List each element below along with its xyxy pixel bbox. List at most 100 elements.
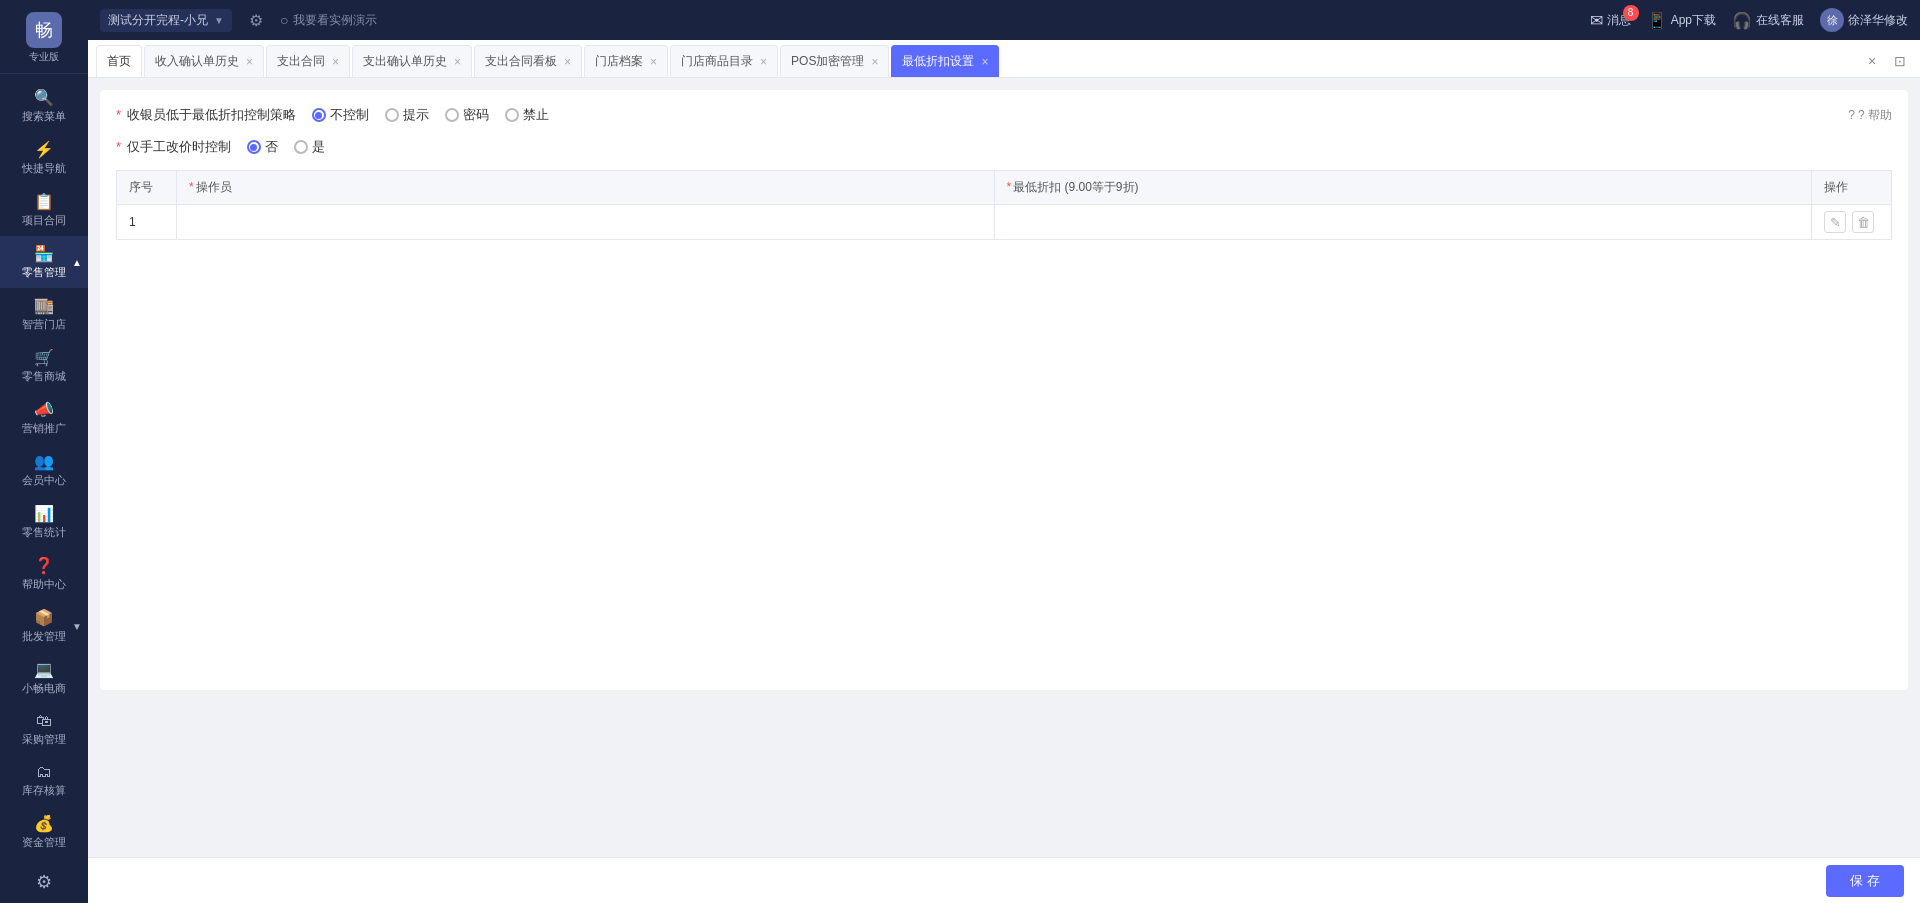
tab-payconfirm[interactable]: 支出确认单历史 × <box>352 45 472 77</box>
retailstat-icon: 📊 <box>34 504 54 523</box>
finance-icon: 💰 <box>34 814 54 833</box>
topbar-settings-button[interactable]: ⚙ <box>242 6 270 34</box>
tab-pospass-label: POS加密管理 <box>791 53 864 70</box>
tab-close-all-button[interactable]: × <box>1860 49 1884 73</box>
tab-expand-button[interactable]: ⊡ <box>1888 49 1912 73</box>
sidebar-item-inventory-label: 库存核算 <box>22 783 66 798</box>
radio-remind-input[interactable] <box>385 108 399 122</box>
headset-icon: 🎧 <box>1732 11 1752 30</box>
tab-paycontract-close[interactable]: × <box>332 56 339 68</box>
sidebar-item-wholesale[interactable]: 📦 批发管理 ▼ <box>0 600 88 652</box>
tab-payconfirm-close[interactable]: × <box>454 56 461 68</box>
tab-payboard-label: 支出合同看板 <box>485 53 557 70</box>
sidebar-item-marketing[interactable]: 📣 营销推广 <box>0 392 88 444</box>
demo-link[interactable]: ○ 我要看实例演示 <box>280 12 377 29</box>
sidebar-item-retailmall-label: 零售商城 <box>22 369 66 384</box>
tab-home[interactable]: 首页 <box>96 45 142 77</box>
radio-nocontrol-input[interactable] <box>312 108 326 122</box>
topbar: 测试分开完程-小兄 ▼ ⚙ ○ 我要看实例演示 ✉ 消息 8 📱 App下载 🎧… <box>88 0 1920 40</box>
tab-storefile-label: 门店档案 <box>595 53 643 70</box>
radio-password-input[interactable] <box>445 108 459 122</box>
radio-remind[interactable]: 提示 <box>385 106 429 124</box>
sidebar-item-finance[interactable]: 💰 资金管理 <box>0 806 88 858</box>
manual-price-radio-group: 否 是 <box>247 138 325 156</box>
topbar-right: ✉ 消息 8 📱 App下载 🎧 在线客服 徐 徐泽华修改 <box>1590 8 1908 32</box>
user-avatar: 徐 <box>1820 8 1844 32</box>
tab-mindiscount-close[interactable]: × <box>981 56 988 68</box>
tab-income[interactable]: 收入确认单历史 × <box>144 45 264 77</box>
project-selector[interactable]: 测试分开完程-小兄 ▼ <box>100 9 232 32</box>
retailmall-icon: 🛒 <box>34 348 54 367</box>
tab-storeproduct[interactable]: 门店商品目录 × <box>670 45 778 77</box>
row-delete-button[interactable]: 🗑 <box>1852 211 1874 233</box>
tab-mindiscount-label: 最低折扣设置 <box>902 53 974 70</box>
retail-icon: 🏪 <box>34 244 54 263</box>
cell-mindiscount[interactable] <box>994 205 1812 240</box>
sidebar-item-search[interactable]: 🔍 搜索菜单 <box>0 80 88 132</box>
radio-password[interactable]: 密码 <box>445 106 489 124</box>
tab-storeproduct-close[interactable]: × <box>760 56 767 68</box>
tab-income-close[interactable]: × <box>246 56 253 68</box>
search-icon: 🔍 <box>34 88 54 107</box>
sidebar-item-retailstat[interactable]: 📊 零售统计 <box>0 496 88 548</box>
tab-pospass[interactable]: POS加密管理 × <box>780 45 889 77</box>
cell-operator[interactable] <box>177 205 995 240</box>
tabbar-actions: × ⊡ <box>1860 49 1912 77</box>
sidebar-item-quicknav-label: 快捷导航 <box>22 161 66 176</box>
sidebar-item-project[interactable]: 📋 项目合同 <box>0 184 88 236</box>
tab-mindiscount[interactable]: 最低折扣设置 × <box>891 45 999 77</box>
sidebar-item-retailstat-label: 零售统计 <box>22 525 66 540</box>
ecommerce-icon: 💻 <box>34 660 54 679</box>
wholesale-expand-arrow: ▼ <box>72 621 82 632</box>
sidebar-item-purchase-label: 采购管理 <box>22 732 66 747</box>
sidebar-item-search-label: 搜索菜单 <box>22 109 66 124</box>
inventory-icon: 🗂 <box>36 763 52 781</box>
radio-forbid[interactable]: 禁止 <box>505 106 549 124</box>
quicknav-icon: ⚡ <box>34 140 54 159</box>
save-button[interactable]: 保 存 <box>1826 865 1904 897</box>
message-button[interactable]: ✉ 消息 8 <box>1590 11 1631 30</box>
sidebar-item-smartstore-label: 智营门店 <box>22 317 66 332</box>
cell-action: ✎ 🗑 <box>1812 205 1892 240</box>
sidebar-item-help[interactable]: ❓ 帮助中心 <box>0 548 88 600</box>
manual-price-row: * 仅手工改价时控制 否 是 <box>116 138 1892 156</box>
tab-pospass-close[interactable]: × <box>871 56 878 68</box>
tab-payboard-close[interactable]: × <box>564 56 571 68</box>
mindiscount-input[interactable] <box>1007 215 1800 229</box>
radio-forbid-input[interactable] <box>505 108 519 122</box>
sidebar-item-finance-label: 资金管理 <box>22 835 66 850</box>
radio-manual-yes-input[interactable] <box>294 140 308 154</box>
row-edit-button[interactable]: ✎ <box>1824 211 1846 233</box>
radio-manual-no[interactable]: 否 <box>247 138 278 156</box>
radio-manual-no-input[interactable] <box>247 140 261 154</box>
sidebar-item-ledger[interactable]: 📒 总账管理 <box>0 858 88 861</box>
main-area: 测试分开完程-小兄 ▼ ⚙ ○ 我要看实例演示 ✉ 消息 8 📱 App下载 🎧… <box>88 0 1920 903</box>
sidebar-item-quicknav[interactable]: ⚡ 快捷导航 <box>0 132 88 184</box>
settings-bottom-icon[interactable]: ⚙ <box>36 871 52 893</box>
retail-expand-arrow: ▲ <box>72 257 82 268</box>
content-area: * 收银员低于最低折扣控制策略 不控制 提示 密码 <box>88 78 1920 857</box>
sidebar-item-inventory[interactable]: 🗂 库存核算 <box>0 755 88 806</box>
required-mark2: * <box>116 139 121 154</box>
radio-manual-yes[interactable]: 是 <box>294 138 325 156</box>
sidebar-item-purchase[interactable]: 🛍 采购管理 <box>0 704 88 755</box>
sidebar-item-retail[interactable]: 🏪 零售管理 ▲ <box>0 236 88 288</box>
app-download-button[interactable]: 📱 App下载 <box>1647 11 1716 30</box>
online-service-button[interactable]: 🎧 在线客服 <box>1732 11 1804 30</box>
tab-storefile[interactable]: 门店档案 × <box>584 45 668 77</box>
sidebar-item-member-label: 会员中心 <box>22 473 66 488</box>
help-link[interactable]: ? ? 帮助 <box>1848 107 1892 124</box>
tab-storefile-close[interactable]: × <box>650 56 657 68</box>
tab-payboard[interactable]: 支出合同看板 × <box>474 45 582 77</box>
sidebar-item-retailmall[interactable]: 🛒 零售商城 <box>0 340 88 392</box>
tab-paycontract[interactable]: 支出合同 × <box>266 45 350 77</box>
operator-input[interactable] <box>189 215 982 229</box>
sidebar-item-ecommerce[interactable]: 💻 小畅电商 <box>0 652 88 704</box>
sidebar-item-member[interactable]: 👥 会员中心 <box>0 444 88 496</box>
sidebar-menu: 🔍 搜索菜单 ⚡ 快捷导航 📋 项目合同 🏪 零售管理 ▲ 🏬 智营门店 🛒 零… <box>0 74 88 861</box>
radio-nocontrol[interactable]: 不控制 <box>312 106 369 124</box>
sidebar-item-smartstore[interactable]: 🏬 智营门店 <box>0 288 88 340</box>
user-profile-button[interactable]: 徐 徐泽华修改 <box>1820 8 1908 32</box>
help-icon: ❓ <box>34 556 54 575</box>
project-icon: 📋 <box>34 192 54 211</box>
